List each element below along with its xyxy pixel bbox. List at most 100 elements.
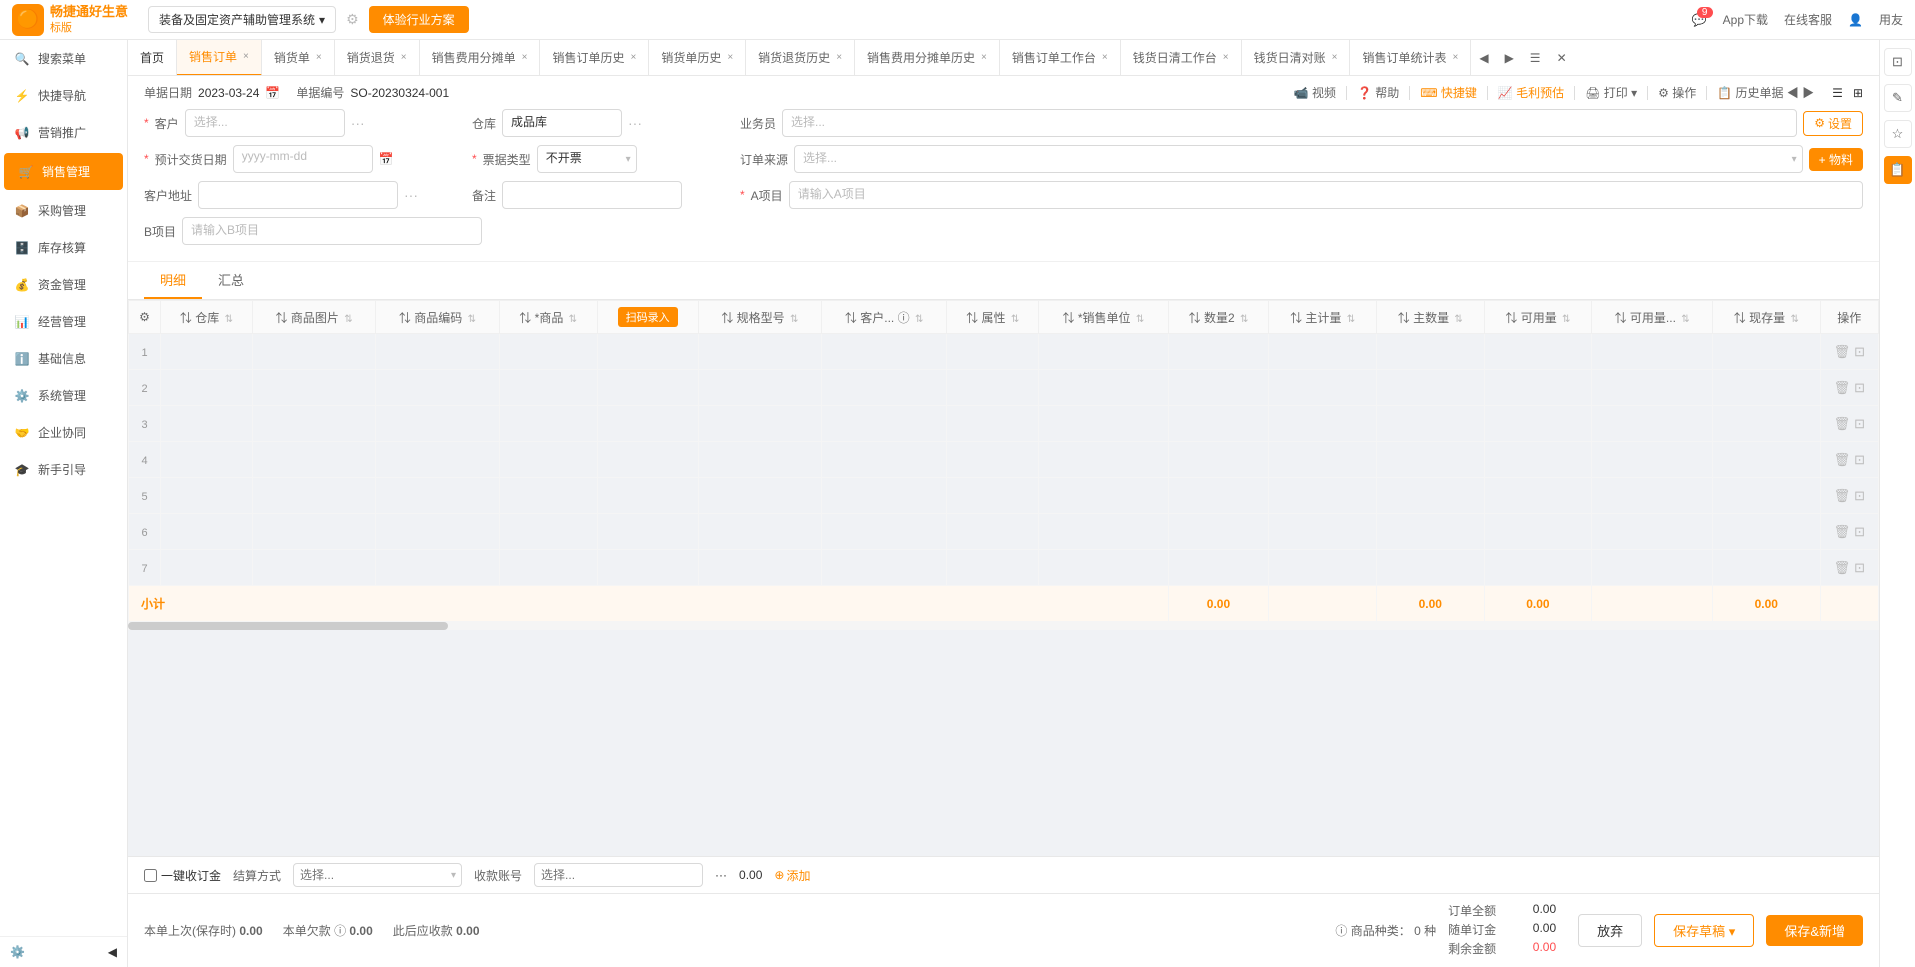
tab-sales-expense[interactable]: 销售费用分摊单 ×	[420, 40, 541, 76]
sidebar-settings-icon[interactable]: ⚙️	[10, 945, 25, 959]
print-btn[interactable]: 🖨 打印 ▾	[1585, 84, 1637, 101]
grid-view-btn[interactable]: ⊞	[1853, 86, 1863, 100]
address-dots[interactable]: ···	[404, 187, 418, 203]
delivery-date-input[interactable]: yyyy-mm-dd	[233, 145, 373, 173]
sidebar-item-enterprise[interactable]: 🤝 企业协同	[0, 414, 127, 451]
bottom-checkout: 一键收订金 结算方式 ▾ 收款账号 ··· 0.00 ⊕ 添加	[128, 856, 1879, 893]
tab-workbench[interactable]: 销售订单工作台 ×	[1000, 40, 1121, 76]
operations-btn[interactable]: ⚙ 操作	[1658, 84, 1696, 101]
sidebar-item-guide[interactable]: 🎓 新手引导	[0, 451, 127, 488]
discard-button[interactable]: 放弃	[1578, 914, 1642, 947]
tab-home[interactable]: 首页	[128, 40, 177, 76]
tab-next[interactable]: ▶	[1497, 40, 1522, 76]
row-delete-icon[interactable]: 🗑	[1834, 488, 1851, 504]
staff-input[interactable]: 选择...	[782, 109, 1797, 137]
tab-sales-return[interactable]: 销货退货 ×	[335, 40, 420, 76]
save-draft-button[interactable]: 保存草稿 ▾	[1654, 914, 1754, 947]
sidebar-item-purchase[interactable]: 📦 采购管理	[0, 192, 127, 229]
sidebar-item-finance[interactable]: 💰 资金管理	[0, 266, 127, 303]
tab-return-history[interactable]: 销货退货历史 ×	[746, 40, 855, 76]
row-delete-icon[interactable]: 🗑	[1834, 524, 1851, 540]
sidebar-collapse-icon[interactable]: ◀	[108, 945, 117, 959]
order-source-select[interactable]: 选择...	[794, 145, 1803, 173]
row-copy-icon[interactable]: ⊡	[1854, 416, 1865, 432]
customer-dots[interactable]: ···	[351, 115, 365, 131]
rp-icon-4[interactable]: 📋	[1884, 156, 1912, 184]
online-service[interactable]: 在线客服	[1784, 11, 1832, 28]
tab-sales-bill[interactable]: 销货单 ×	[262, 40, 335, 76]
history-btn[interactable]: 📋 历史单据 ◀ ▶	[1717, 84, 1814, 101]
shortcut-btn[interactable]: ⌨ 快捷键	[1420, 84, 1477, 101]
remark-input[interactable]	[502, 181, 682, 209]
sidebar-item-system[interactable]: ⚙️ 系统管理	[0, 377, 127, 414]
row-copy-icon[interactable]: ⊡	[1854, 344, 1865, 360]
customer-input[interactable]: 选择...	[185, 109, 345, 137]
receipt-no-input[interactable]	[534, 863, 703, 887]
tab-sales-order[interactable]: 销售订单 ×	[177, 40, 262, 76]
row-delete-icon[interactable]: 🗑	[1834, 344, 1851, 360]
help-btn[interactable]: ❓ 帮助	[1357, 84, 1399, 101]
tab-close-all[interactable]: ✕	[1549, 40, 1575, 76]
tab-detail[interactable]: 明细	[144, 262, 202, 299]
message-icon[interactable]: 💬 9	[1692, 13, 1707, 27]
set-button[interactable]: ⚙ 设置	[1803, 111, 1863, 136]
sidebar-item-sales[interactable]: 🛒 销售管理	[4, 153, 123, 190]
sidebar-item-search[interactable]: 🔍 搜索菜单	[0, 40, 127, 77]
horizontal-scrollbar[interactable]	[128, 622, 1879, 630]
row-copy-icon[interactable]: ⊡	[1854, 524, 1865, 540]
tab-daily-clear[interactable]: 钱货日清工作台 ×	[1121, 40, 1242, 76]
row-delete-icon[interactable]: 🗑	[1834, 380, 1851, 396]
row-delete-icon[interactable]: 🗑	[1834, 452, 1851, 468]
add-material-button[interactable]: + 物料	[1809, 148, 1863, 171]
app-download[interactable]: App下载	[1723, 11, 1768, 28]
date-icon[interactable]: 📅	[379, 152, 394, 166]
sidebar-item-inventory[interactable]: 🗄️ 库存核算	[0, 229, 127, 266]
sidebar-item-quicknav[interactable]: ⚡ 快捷导航	[0, 77, 127, 114]
row-copy-icon[interactable]: ⊡	[1854, 380, 1865, 396]
th-spec: ⇅ 规格型号 ⇅	[698, 301, 821, 334]
row-delete-icon[interactable]: 🗑	[1834, 560, 1851, 576]
th-settings[interactable]: ⚙	[129, 301, 161, 334]
scan-button[interactable]: 扫码录入	[618, 307, 678, 327]
tab-daily-reconcile[interactable]: 钱货日清对账 ×	[1242, 40, 1351, 76]
tab-summary[interactable]: 汇总	[202, 262, 260, 299]
detail-tab-switcher: 明细 汇总	[128, 262, 1879, 300]
save-new-button[interactable]: 保存&新增	[1766, 915, 1863, 946]
tab-sales-bill-history[interactable]: 销货单历史 ×	[649, 40, 746, 76]
one-key-checkout-checkbox[interactable]: 一键收订金	[144, 867, 221, 884]
address-input[interactable]	[198, 181, 398, 209]
tab-sales-order-history[interactable]: 销售订单历史 ×	[540, 40, 649, 76]
sidebar-item-operations[interactable]: 📊 经营管理	[0, 303, 127, 340]
video-btn[interactable]: 📹 视频	[1294, 84, 1336, 101]
profit-btn[interactable]: 📈 毛利预估	[1498, 84, 1564, 101]
rp-icon-2[interactable]: ✎	[1884, 84, 1912, 112]
th-scan[interactable]: 扫码录入	[597, 301, 698, 334]
th-operations: 操作	[1820, 301, 1878, 334]
trial-btn[interactable]: 体验行业方案	[369, 6, 469, 33]
row-copy-icon[interactable]: ⊡	[1854, 452, 1865, 468]
rp-icon-1[interactable]: ⊡	[1884, 48, 1912, 76]
calendar-icon[interactable]: 📅	[265, 86, 280, 100]
tab-menu[interactable]: ☰	[1522, 40, 1549, 76]
warehouse-input[interactable]: 成品库	[502, 109, 622, 137]
search-icon: 🔍	[14, 51, 30, 67]
add-receipt-btn[interactable]: ⊕ 添加	[774, 867, 810, 884]
dots-receipt[interactable]: ···	[715, 868, 727, 882]
row-copy-icon[interactable]: ⊡	[1854, 560, 1865, 576]
settlement-input[interactable]	[293, 863, 462, 887]
rp-icon-3[interactable]: ☆	[1884, 120, 1912, 148]
sidebar-item-basic[interactable]: ℹ️ 基础信息	[0, 340, 127, 377]
b-project-input[interactable]: 请输入B项目	[182, 217, 482, 245]
warehouse-dots[interactable]: ···	[628, 115, 642, 131]
invoice-type-select[interactable]: 不开票	[537, 145, 637, 173]
row-copy-icon[interactable]: ⊡	[1854, 488, 1865, 504]
sidebar-bottom: ⚙️ ◀	[0, 936, 127, 967]
system-selector[interactable]: 装备及固定资产辅助管理系统 ▾	[148, 6, 336, 33]
tab-expense-history[interactable]: 销售费用分摊单历史 ×	[855, 40, 1000, 76]
tab-prev[interactable]: ◀	[1471, 40, 1496, 76]
a-project-input[interactable]: 请输入A项目	[789, 181, 1863, 209]
th-product-code: ⇅ 商品编码 ⇅	[376, 301, 499, 334]
row-delete-icon[interactable]: 🗑	[1834, 416, 1851, 432]
sidebar-item-marketing[interactable]: 📢 营销推广	[0, 114, 127, 151]
tab-sales-stats[interactable]: 销售订单统计表 ×	[1350, 40, 1471, 76]
